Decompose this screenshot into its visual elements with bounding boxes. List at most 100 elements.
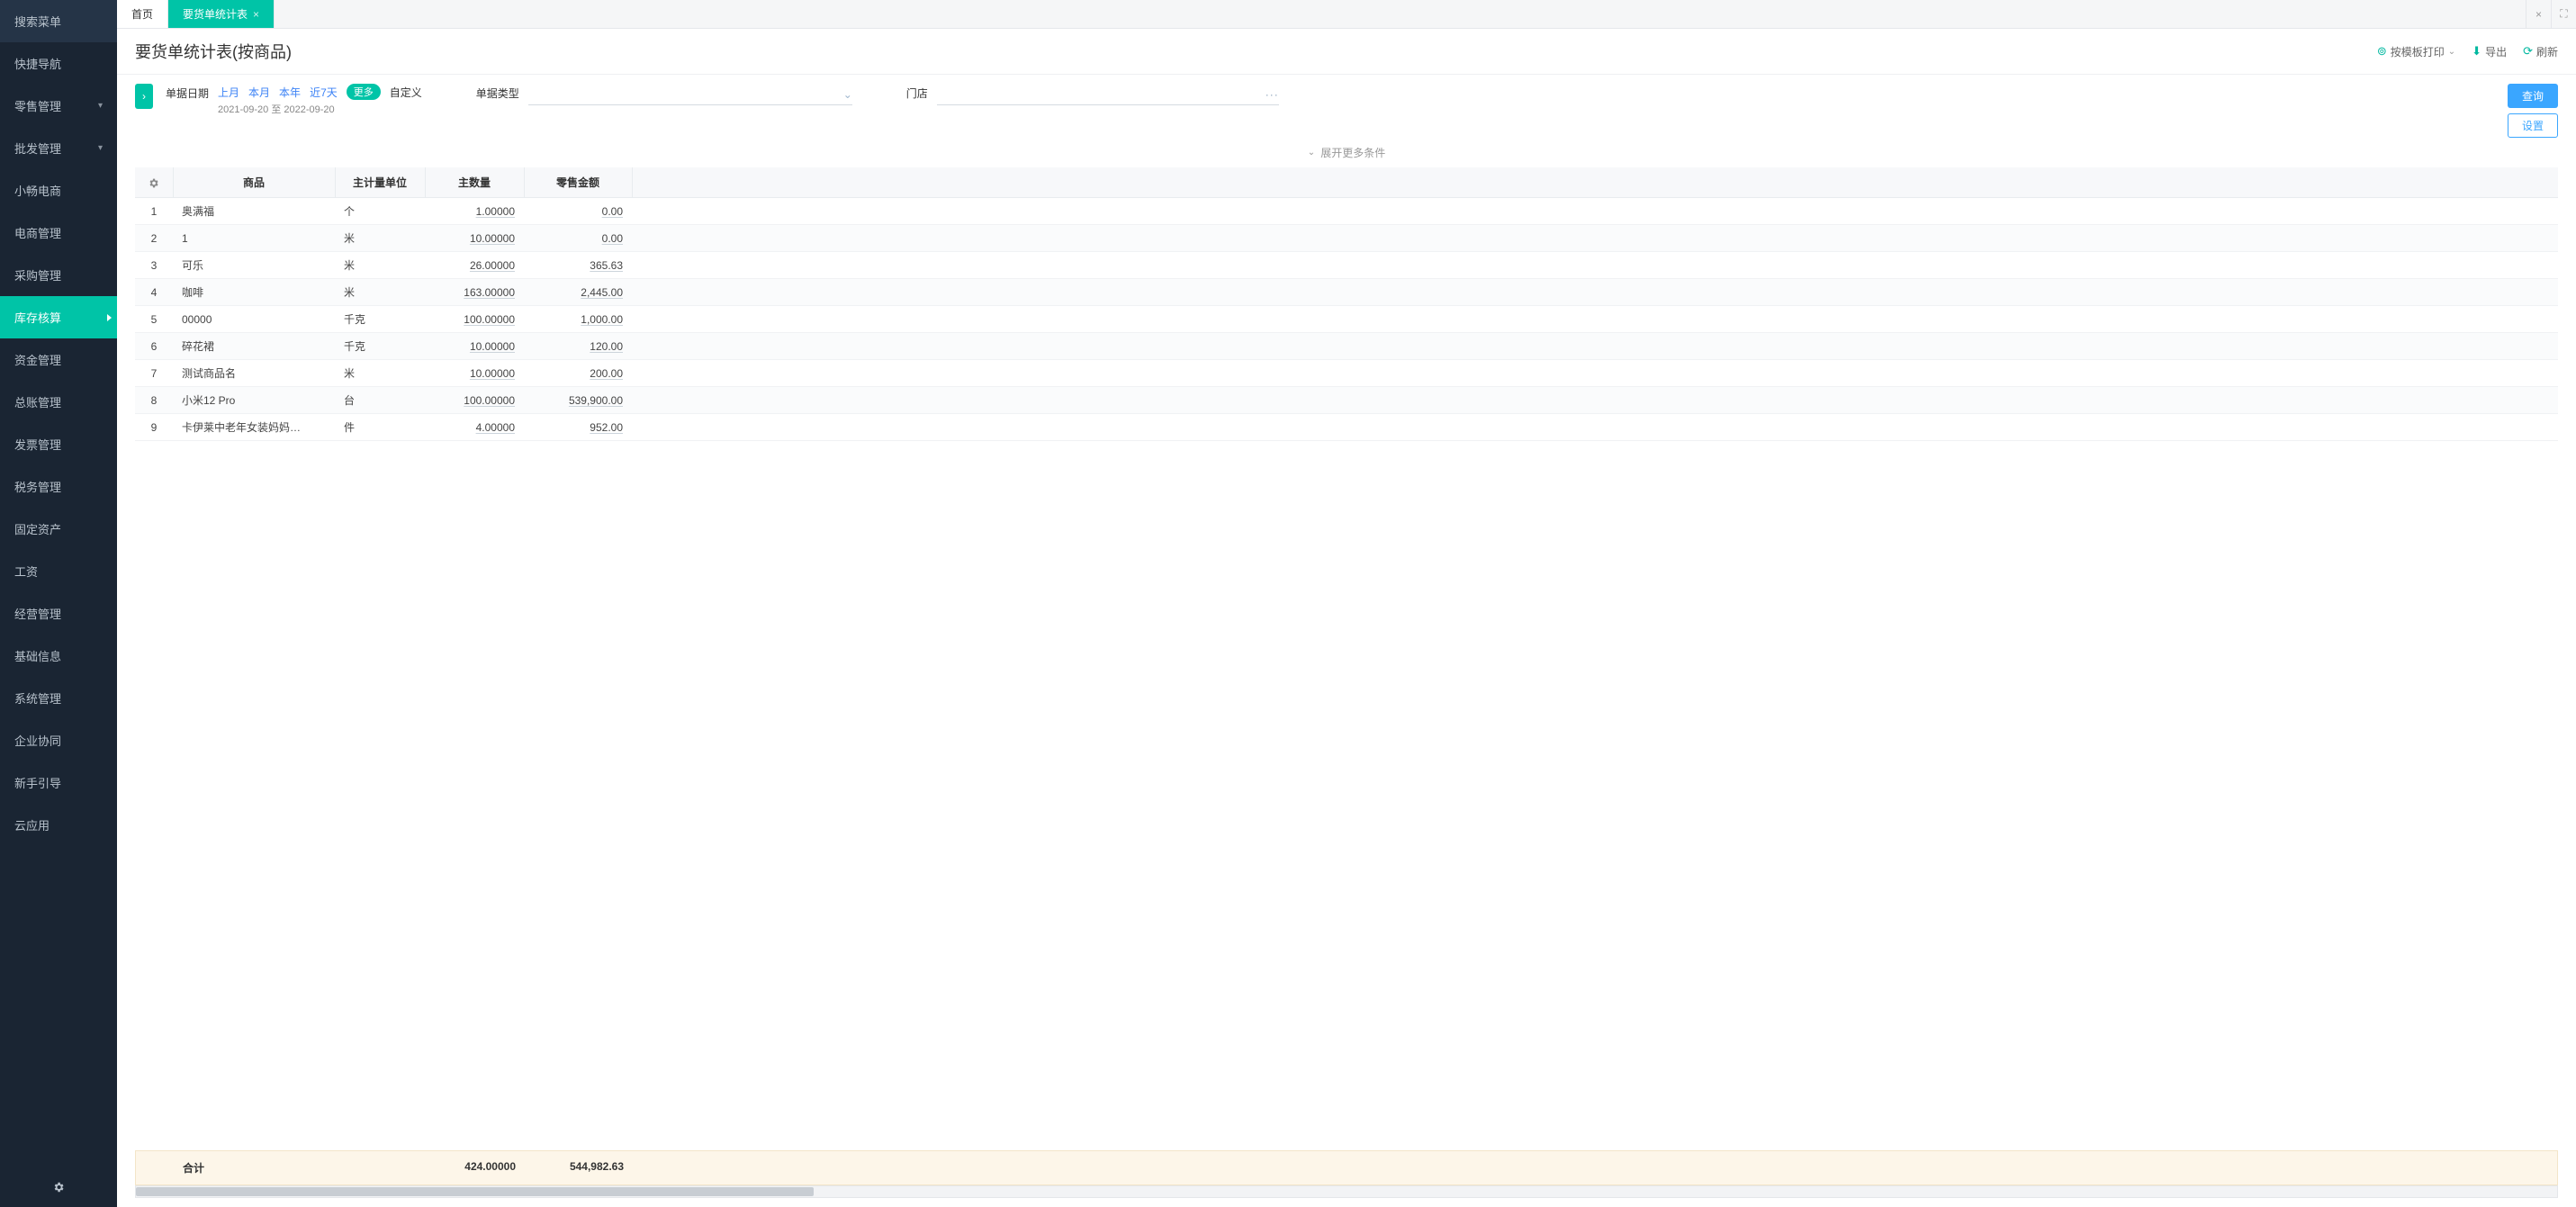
table-row[interactable]: 9卡伊莱中老年女装妈妈…件4.00000952.00 (135, 414, 2558, 441)
table-row[interactable]: 7测试商品名米10.00000200.00 (135, 360, 2558, 387)
date-last-month[interactable]: 上月 (218, 85, 239, 100)
collapse-filter-toggle[interactable]: › (135, 84, 153, 109)
sidebar-item-12[interactable]: 固定资产 (0, 508, 117, 550)
chevron-down-icon: ▾ (98, 143, 103, 153)
cell-qty[interactable]: 100.00000 (425, 387, 524, 414)
sidebar-settings[interactable] (0, 1170, 117, 1207)
cell-name: 1 (173, 225, 335, 252)
cell-amt[interactable]: 120.00 (524, 333, 632, 360)
sidebar-item-7[interactable]: 库存核算 (0, 296, 117, 338)
tab-active[interactable]: 要货单统计表 × (168, 0, 275, 28)
th-amount[interactable]: 零售金额 (524, 167, 632, 198)
cell-spacer (632, 387, 2558, 414)
cell-name: 测试商品名 (173, 360, 335, 387)
sidebar-item-19[interactable]: 云应用 (0, 804, 117, 846)
sidebar-item-11[interactable]: 税务管理 (0, 465, 117, 508)
sidebar-item-6[interactable]: 采购管理 (0, 254, 117, 296)
cell-qty[interactable]: 10.00000 (425, 225, 524, 252)
cell-amt[interactable]: 200.00 (524, 360, 632, 387)
sidebar-item-5[interactable]: 电商管理 (0, 212, 117, 254)
cell-amt[interactable]: 1,000.00 (524, 306, 632, 333)
sidebar-item-13[interactable]: 工资 (0, 550, 117, 592)
sidebar-item-16[interactable]: 系统管理 (0, 677, 117, 719)
sidebar-item-3[interactable]: 批发管理▾ (0, 127, 117, 169)
table-row[interactable]: 500000千克100.000001,000.00 (135, 306, 2558, 333)
date-this-year[interactable]: 本年 (279, 85, 301, 100)
table-row[interactable]: 8小米12 Pro台100.00000539,900.00 (135, 387, 2558, 414)
date-this-month[interactable]: 本月 (248, 85, 270, 100)
sidebar-item-10[interactable]: 发票管理 (0, 423, 117, 465)
filter-date-label: 单据日期 (166, 84, 209, 101)
scrollbar-thumb[interactable] (136, 1187, 814, 1196)
total-label: 合计 (174, 1160, 336, 1175)
close-icon[interactable]: × (253, 8, 259, 21)
cell-name: 小米12 Pro (173, 387, 335, 414)
cell-unit: 米 (335, 360, 425, 387)
sidebar-item-label: 库存核算 (14, 309, 61, 326)
date-custom[interactable]: 自定义 (390, 85, 422, 100)
table-row[interactable]: 21米10.000000.00 (135, 225, 2558, 252)
cell-qty[interactable]: 4.00000 (425, 414, 524, 441)
cell-spacer (632, 225, 2558, 252)
filter-type-label: 单据类型 (476, 84, 519, 101)
table-row[interactable]: 4咖啡米163.000002,445.00 (135, 279, 2558, 306)
table-row[interactable]: 6碎花裙千克10.00000120.00 (135, 333, 2558, 360)
th-product[interactable]: 商品 (173, 167, 335, 198)
tab-home[interactable]: 首页 (117, 0, 168, 28)
expand-more-conditions[interactable]: ⌄ 展开更多条件 (135, 138, 2558, 167)
th-unit[interactable]: 主计量单位 (335, 167, 425, 198)
cell-idx: 6 (135, 333, 173, 360)
store-select[interactable]: ··· (937, 84, 1279, 105)
query-button[interactable]: 查询 (2508, 84, 2558, 108)
table-row[interactable]: 1奥满福个1.000000.00 (135, 198, 2558, 225)
sidebar-item-label: 小畅电商 (14, 182, 61, 199)
sidebar-item-0[interactable]: 搜索菜单 (0, 0, 117, 42)
sidebar-item-14[interactable]: 经营管理 (0, 592, 117, 635)
data-table: 商品 主计量单位 主数量 零售金额 1奥满福个1.000000.0021米10.… (135, 167, 2558, 441)
settings-button[interactable]: 设置 (2508, 113, 2558, 138)
sidebar-item-label: 总账管理 (14, 393, 61, 410)
cell-amt[interactable]: 952.00 (524, 414, 632, 441)
cell-amt[interactable]: 0.00 (524, 198, 632, 225)
cell-amt[interactable]: 365.63 (524, 252, 632, 279)
sidebar-item-1[interactable]: 快捷导航 (0, 42, 117, 85)
cell-spacer (632, 198, 2558, 225)
sidebar-item-9[interactable]: 总账管理 (0, 381, 117, 423)
refresh-button[interactable]: ⟳ 刷新 (2523, 44, 2558, 59)
cell-qty[interactable]: 1.00000 (425, 198, 524, 225)
sidebar-item-8[interactable]: 资金管理 (0, 338, 117, 381)
cell-qty[interactable]: 10.00000 (425, 360, 524, 387)
type-select[interactable]: ⌄ (528, 84, 852, 105)
double-chevron-down-icon: ⌄ (1308, 148, 1315, 158)
sidebar-item-4[interactable]: 小畅电商 (0, 169, 117, 212)
total-row: 合计 424.00000 544,982.63 (135, 1150, 2558, 1185)
sidebar-item-label: 电商管理 (14, 224, 61, 241)
filter-store: 门店 ··· (906, 84, 1279, 105)
date-more-badge[interactable]: 更多 (347, 84, 381, 100)
tab-close-all[interactable]: × (2526, 0, 2551, 28)
sidebar-item-2[interactable]: 零售管理▾ (0, 85, 117, 127)
table-row[interactable]: 3可乐米26.00000365.63 (135, 252, 2558, 279)
fullscreen-icon[interactable]: ⛶ (2551, 0, 2576, 28)
sidebar-item-18[interactable]: 新手引导 (0, 761, 117, 804)
print-button[interactable]: ⊚ 按模板打印 ⌄ (2377, 44, 2455, 59)
cell-amt[interactable]: 0.00 (524, 225, 632, 252)
cell-unit: 米 (335, 252, 425, 279)
cell-amt[interactable]: 2,445.00 (524, 279, 632, 306)
cell-idx: 7 (135, 360, 173, 387)
date-near7[interactable]: 近7天 (310, 85, 338, 100)
th-qty[interactable]: 主数量 (425, 167, 524, 198)
gear-icon (52, 1181, 65, 1193)
table-wrap: 商品 主计量单位 主数量 零售金额 1奥满福个1.000000.0021米10.… (117, 167, 2576, 1207)
sidebar-item-15[interactable]: 基础信息 (0, 635, 117, 677)
cell-amt[interactable]: 539,900.00 (524, 387, 632, 414)
export-button[interactable]: ⬇ 导出 (2472, 44, 2507, 59)
cell-name: 00000 (173, 306, 335, 333)
cell-qty[interactable]: 100.00000 (425, 306, 524, 333)
cell-qty[interactable]: 26.00000 (425, 252, 524, 279)
horizontal-scrollbar[interactable] (135, 1185, 2558, 1198)
cell-qty[interactable]: 163.00000 (425, 279, 524, 306)
sidebar-item-17[interactable]: 企业协同 (0, 719, 117, 761)
column-config[interactable] (135, 167, 173, 198)
cell-qty[interactable]: 10.00000 (425, 333, 524, 360)
